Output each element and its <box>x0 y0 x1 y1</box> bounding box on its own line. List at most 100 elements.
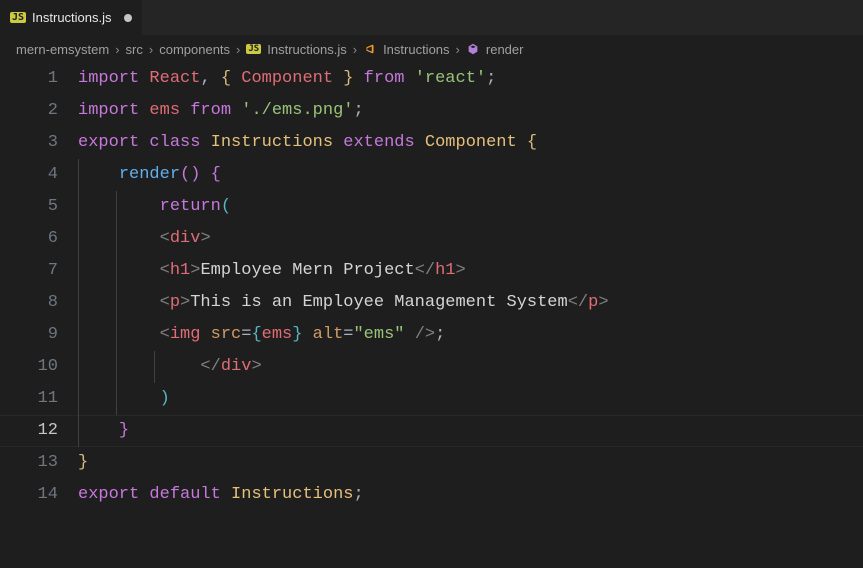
token: </ <box>568 293 588 312</box>
token: import <box>78 69 149 88</box>
indent-guide <box>116 351 117 383</box>
line-number: 3 <box>0 127 58 159</box>
code-line[interactable]: ) <box>78 383 863 415</box>
token: import <box>78 101 149 120</box>
breadcrumb-segment[interactable]: Instructions.js <box>267 42 346 57</box>
unsaved-indicator-icon <box>124 14 132 22</box>
breadcrumb[interactable]: mern-emsystem›src›components›JSInstructi… <box>0 35 863 63</box>
token: } <box>78 453 88 472</box>
token: ; <box>353 101 363 120</box>
code-line[interactable]: import React, { Component } from 'react'… <box>78 63 863 95</box>
js-icon: JS <box>246 44 261 54</box>
token: img <box>170 325 201 344</box>
token: export <box>78 485 149 504</box>
token: return <box>160 197 221 216</box>
token: ( <box>221 197 231 216</box>
tab-bar: JS Instructions.js <box>0 0 863 35</box>
token: } <box>292 325 302 344</box>
line-number: 1 <box>0 63 58 95</box>
token: ; <box>486 69 496 88</box>
token <box>302 325 312 344</box>
token: /> <box>415 325 435 344</box>
token: from <box>180 101 241 120</box>
token: < <box>160 293 170 312</box>
token <box>200 325 210 344</box>
line-content: <h1>Employee Mern Project</h1> <box>78 261 466 280</box>
token: () <box>180 165 200 184</box>
token: = <box>343 325 353 344</box>
breadcrumb-segment[interactable]: Instructions <box>383 42 449 57</box>
line-number: 9 <box>0 319 58 351</box>
token: 'react' <box>415 69 486 88</box>
active-line-highlight <box>0 415 863 447</box>
indent-guide <box>116 255 117 287</box>
token: ; <box>435 325 445 344</box>
token: from <box>353 69 414 88</box>
line-content: <div> <box>78 229 211 248</box>
token: p <box>170 293 180 312</box>
token: < <box>160 229 170 248</box>
token: class <box>149 133 210 152</box>
indent-guide <box>116 383 117 415</box>
code-line[interactable]: render() { <box>78 159 863 191</box>
code-line[interactable]: export default Instructions; <box>78 479 863 511</box>
line-content: export default Instructions; <box>78 485 364 504</box>
method-symbol-icon <box>466 42 480 56</box>
code-line[interactable]: <img src={ems} alt="ems" />; <box>78 319 863 351</box>
token: './ems.png' <box>241 101 353 120</box>
js-icon: JS <box>10 12 26 23</box>
token: extends <box>333 133 425 152</box>
token: render <box>119 165 180 184</box>
token: { <box>527 133 537 152</box>
line-number: 2 <box>0 95 58 127</box>
token <box>517 133 527 152</box>
code-line[interactable]: } <box>78 415 863 447</box>
token: > <box>190 261 200 280</box>
line-number: 11 <box>0 383 58 415</box>
token <box>405 325 415 344</box>
token <box>200 165 210 184</box>
token: div <box>170 229 201 248</box>
code-line[interactable]: <p>This is an Employee Management System… <box>78 287 863 319</box>
indent-guide <box>78 319 79 351</box>
line-content: import React, { Component } from 'react'… <box>78 69 496 88</box>
code-line[interactable]: return( <box>78 191 863 223</box>
token: src <box>211 325 242 344</box>
code-line[interactable]: <h1>Employee Mern Project</h1> <box>78 255 863 287</box>
token: > <box>456 261 466 280</box>
code-line[interactable]: import ems from './ems.png'; <box>78 95 863 127</box>
token: h1 <box>435 261 455 280</box>
token: Instructions <box>211 133 333 152</box>
token: { <box>221 69 241 88</box>
token: < <box>160 261 170 280</box>
line-number: 14 <box>0 479 58 511</box>
line-number: 10 <box>0 351 58 383</box>
breadcrumb-segment[interactable]: components <box>159 42 230 57</box>
breadcrumb-segment[interactable]: src <box>126 42 143 57</box>
line-content: <img src={ems} alt="ems" />; <box>78 325 445 344</box>
code-line[interactable]: } <box>78 447 863 479</box>
code-area[interactable]: import React, { Component } from 'react'… <box>78 63 863 511</box>
breadcrumb-segment[interactable]: render <box>486 42 524 57</box>
token: ) <box>160 389 170 408</box>
breadcrumb-segment[interactable]: mern-emsystem <box>16 42 109 57</box>
token: Component <box>241 69 333 88</box>
token: React <box>149 69 200 88</box>
line-content: <p>This is an Employee Management System… <box>78 293 609 312</box>
code-line[interactable]: </div> <box>78 351 863 383</box>
indent-guide <box>78 255 79 287</box>
line-number: 7 <box>0 255 58 287</box>
code-editor[interactable]: 1234567891011121314 import React, { Comp… <box>0 63 863 511</box>
tab-title: Instructions.js <box>32 10 111 25</box>
code-line[interactable]: <div> <box>78 223 863 255</box>
line-content: import ems from './ems.png'; <box>78 101 364 120</box>
code-line[interactable]: export class Instructions extends Compon… <box>78 127 863 159</box>
token: export <box>78 133 149 152</box>
token: Instructions <box>231 485 353 504</box>
chevron-right-icon: › <box>149 42 153 57</box>
line-number: 6 <box>0 223 58 255</box>
token: ems <box>262 325 293 344</box>
tab-instructions-js[interactable]: JS Instructions.js <box>0 0 143 35</box>
indent-guide <box>78 351 79 383</box>
token: default <box>149 485 231 504</box>
